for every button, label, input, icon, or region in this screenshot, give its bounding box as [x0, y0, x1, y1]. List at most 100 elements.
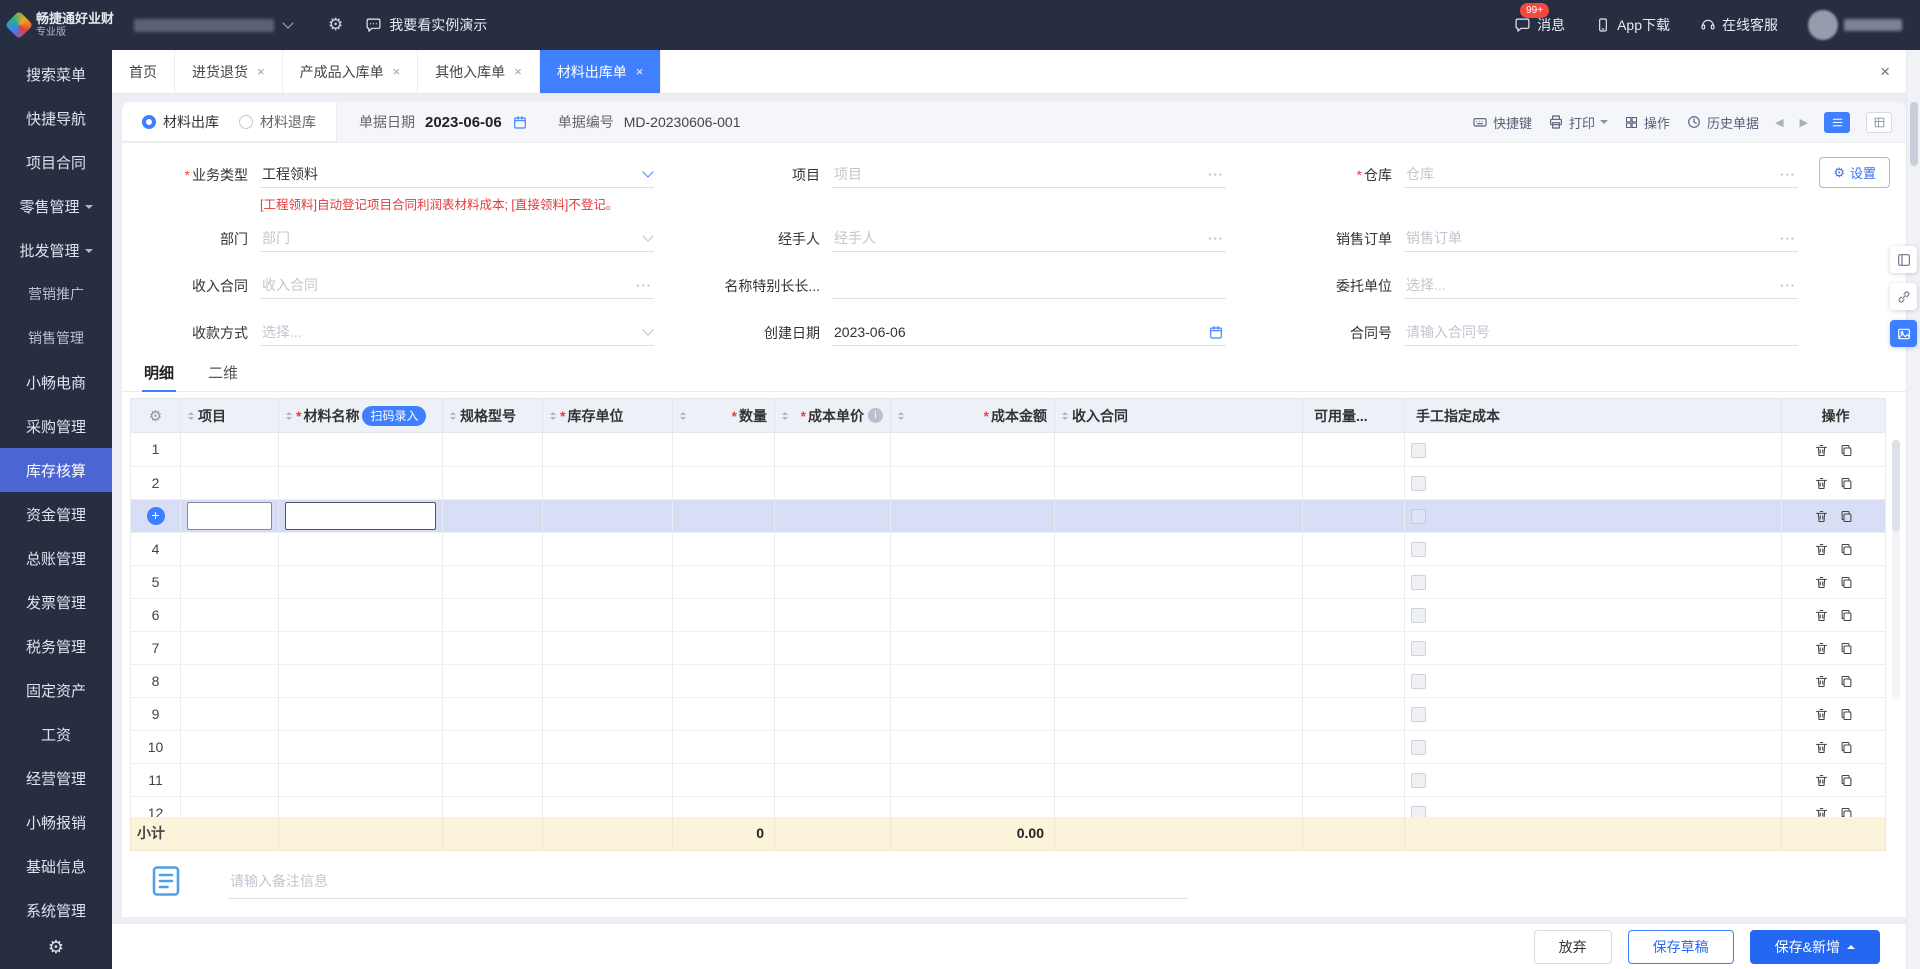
grid-cell-amount[interactable] [890, 565, 1055, 599]
grid-cell-unit[interactable] [542, 796, 673, 817]
table-row[interactable]: 8 [130, 664, 1886, 698]
sidebar-item[interactable]: 销售管理 [0, 316, 112, 360]
grid-cell-project[interactable] [180, 730, 279, 764]
grid-cell-material[interactable] [278, 532, 443, 566]
sidebar-item[interactable]: 小畅电商 [0, 360, 112, 404]
grid-cell-project[interactable] [180, 598, 279, 632]
grid-cell-manual-cost[interactable] [1404, 499, 1782, 533]
grid-cell-price[interactable] [774, 499, 891, 533]
grid-cell-spec[interactable] [442, 598, 543, 632]
sidebar-item[interactable]: 系统管理 [0, 888, 112, 932]
table-row[interactable]: 10 [130, 730, 1886, 764]
grid-cell-price[interactable] [774, 697, 891, 731]
delete-row-icon[interactable] [1814, 542, 1829, 557]
delete-row-icon[interactable] [1814, 806, 1829, 817]
grid-cell-qty[interactable] [672, 664, 775, 698]
sidebar-item[interactable]: 发票管理 [0, 580, 112, 624]
delete-row-icon[interactable] [1814, 443, 1829, 458]
grid-cell-amount[interactable] [890, 664, 1055, 698]
business-type-select[interactable]: 工程领料 [260, 161, 654, 188]
more-options-icon[interactable]: ··· [1208, 231, 1224, 246]
copy-row-icon[interactable] [1839, 443, 1854, 458]
grid-cell-spec[interactable] [442, 763, 543, 797]
grid-cell-unit[interactable] [542, 730, 673, 764]
grid-cell-qty[interactable] [672, 763, 775, 797]
grid-cell-amount[interactable] [890, 796, 1055, 817]
copy-row-icon[interactable] [1839, 773, 1854, 788]
row-index[interactable]: 5 [130, 565, 181, 599]
copy-row-icon[interactable] [1839, 707, 1854, 722]
grid-cell-qty[interactable] [672, 697, 775, 731]
column-settings[interactable]: ⚙ [130, 398, 181, 433]
column-price[interactable]: 成本单价i [774, 398, 891, 433]
contract-no-input[interactable]: 请输入合同号 [1404, 319, 1798, 346]
grid-cell-price[interactable] [774, 433, 891, 467]
grid-cell-income-contract[interactable] [1054, 433, 1303, 467]
grid-cell-spec[interactable] [442, 664, 543, 698]
grid-cell-spec[interactable] [442, 730, 543, 764]
row-index[interactable]: 2 [130, 466, 181, 500]
online-service-button[interactable]: 在线客服 [1700, 15, 1778, 35]
grid-cell-material[interactable] [278, 664, 443, 698]
sidebar-item[interactable]: 库存核算 [0, 448, 112, 492]
long-name-input[interactable] [832, 273, 1226, 299]
grid-cell-income-contract[interactable] [1054, 697, 1303, 731]
table-row[interactable]: 9 [130, 697, 1886, 731]
tab-close-icon[interactable]: × [636, 64, 644, 79]
grid-cell-qty[interactable] [672, 433, 775, 467]
grid-cell-qty[interactable] [672, 565, 775, 599]
manual-cost-checkbox[interactable] [1411, 673, 1426, 689]
table-row[interactable]: 4 [130, 532, 1886, 566]
scan-entry-badge[interactable]: 扫码录入 [362, 405, 427, 426]
tab-item[interactable]: 产成品入库单 × [283, 50, 419, 93]
department-select[interactable]: 部门 [260, 225, 654, 252]
grid-cell-manual-cost[interactable] [1404, 697, 1782, 731]
grid-cell-manual-cost[interactable] [1404, 763, 1782, 797]
delete-row-icon[interactable] [1814, 608, 1829, 623]
grid-cell-project[interactable] [180, 664, 279, 698]
table-row[interactable]: 5 [130, 565, 1886, 599]
grid-cell-income-contract[interactable] [1054, 796, 1303, 817]
sort-icon[interactable] [782, 411, 788, 420]
grid-cell-qty[interactable] [672, 499, 775, 533]
table-row[interactable]: 2 [130, 466, 1886, 500]
sort-icon[interactable] [898, 411, 904, 420]
grid-cell-unit[interactable] [542, 697, 673, 731]
row-index[interactable]: 12 [130, 796, 181, 817]
copy-row-icon[interactable] [1839, 542, 1854, 557]
grid-cell-qty[interactable] [672, 730, 775, 764]
tab-detail[interactable]: 明细 [142, 354, 177, 392]
grid-cell-project[interactable] [180, 532, 279, 566]
grid-cell-spec[interactable] [442, 433, 543, 467]
grid-cell-income-contract[interactable] [1054, 631, 1303, 665]
grid-cell-unit[interactable] [542, 565, 673, 599]
more-options-icon[interactable]: ··· [636, 278, 652, 293]
discard-button[interactable]: 放弃 [1533, 929, 1612, 964]
grid-cell-price[interactable] [774, 598, 891, 632]
column-qty[interactable]: 数量 [672, 398, 775, 433]
operate-button[interactable]: 操作 [1624, 113, 1670, 132]
sidebar-item[interactable]: 营销推广 [0, 272, 112, 316]
income-contract-input[interactable]: 收入合同 ··· [260, 272, 654, 299]
sort-icon[interactable] [1062, 411, 1068, 420]
column-unit[interactable]: 库存单位 [542, 398, 673, 433]
grid-cell-price[interactable] [774, 466, 891, 500]
history-button[interactable]: 历史单据 [1686, 113, 1759, 132]
grid-cell-project[interactable] [180, 565, 279, 599]
doc-type-radio[interactable]: 材料出库 [142, 112, 219, 132]
grid-cell-income-contract[interactable] [1054, 499, 1303, 533]
grid-cell-amount[interactable] [890, 763, 1055, 797]
copy-row-icon[interactable] [1839, 608, 1854, 623]
manual-cost-checkbox[interactable] [1411, 805, 1426, 817]
tab-close-icon[interactable]: × [514, 64, 522, 79]
table-row[interactable]: 11 [130, 763, 1886, 797]
grid-cell-material[interactable] [278, 697, 443, 731]
sidebar-item[interactable]: 总账管理 [0, 536, 112, 580]
next-document-button[interactable]: ▶ [1800, 116, 1808, 129]
manual-cost-checkbox[interactable] [1411, 442, 1426, 458]
copy-row-icon[interactable] [1839, 575, 1854, 590]
table-row[interactable]: 12 [130, 796, 1886, 817]
grid-cell-income-contract[interactable] [1054, 598, 1303, 632]
grid-cell-material[interactable] [278, 499, 443, 533]
grid-cell-income-contract[interactable] [1054, 565, 1303, 599]
